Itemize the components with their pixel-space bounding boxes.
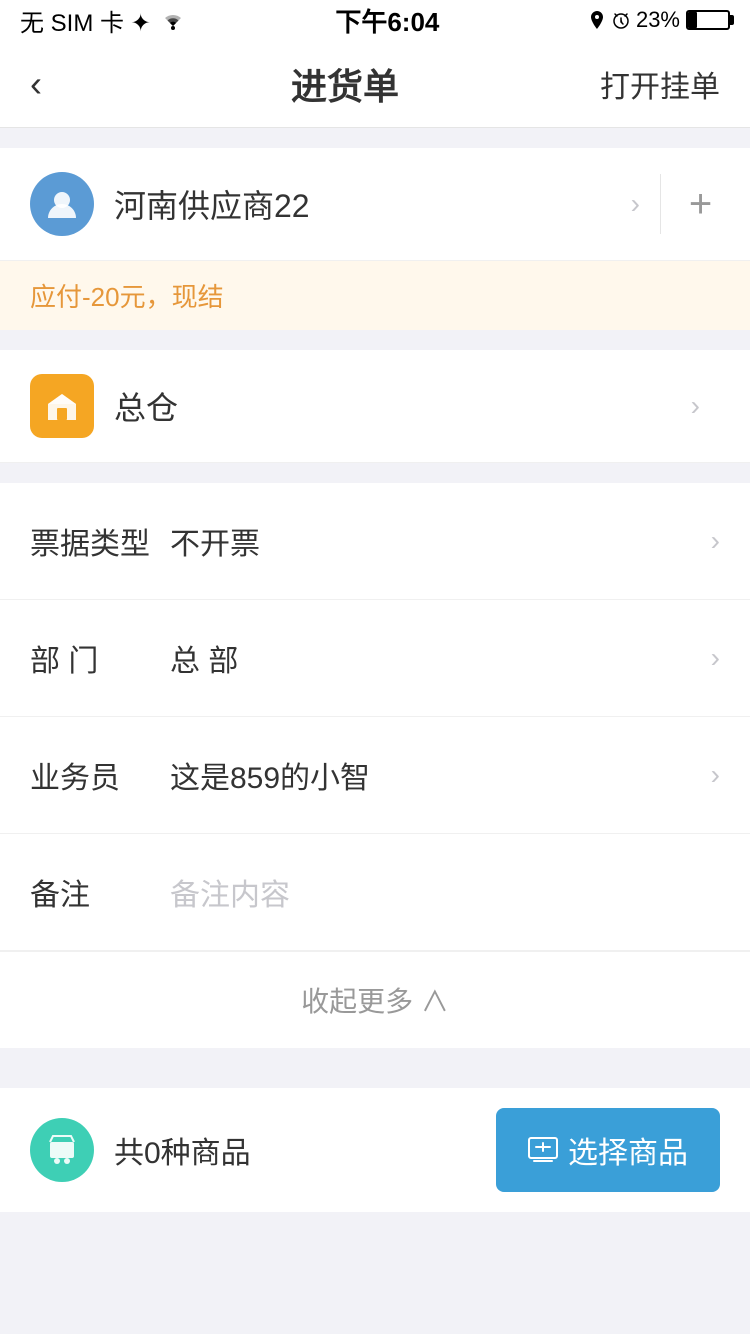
section-gap-3: [0, 463, 750, 483]
page-title: 进货单: [291, 58, 399, 110]
status-left: 无 SIM 卡 ✦: [20, 3, 187, 38]
ticket-type-value: 不开票: [170, 519, 711, 563]
back-button[interactable]: ‹: [30, 63, 90, 105]
department-value: 总 部: [170, 636, 711, 680]
supplier-avatar: [30, 172, 94, 236]
supplier-row[interactable]: 河南供应商22 › +: [0, 148, 750, 261]
open-pending-button[interactable]: 打开挂单: [600, 62, 720, 106]
salesperson-value: 这是859的小智: [170, 753, 711, 797]
supplier-section: 河南供应商22 › + 应付-20元，现结: [0, 148, 750, 330]
nav-bar: ‹ 进货单 打开挂单: [0, 40, 750, 128]
warehouse-icon: [30, 374, 94, 438]
department-label: 部 门: [30, 636, 170, 680]
remark-row[interactable]: 备注 备注内容: [0, 834, 750, 951]
warehouse-name: 总仓: [114, 383, 691, 429]
ticket-type-row[interactable]: 票据类型 不开票 ›: [0, 483, 750, 600]
collapse-label: 收起更多 ∧: [301, 980, 449, 1020]
warehouse-row[interactable]: 总仓 ›: [0, 350, 750, 463]
battery-percent: 23%: [636, 7, 680, 33]
salesperson-chevron-icon: ›: [711, 759, 720, 791]
remark-label: 备注: [30, 870, 170, 914]
select-product-label: 选择商品: [568, 1128, 688, 1172]
cart-icon: [44, 1132, 80, 1168]
form-section: 票据类型 不开票 › 部 门 总 部 › 业务员 这是859的小智 › 备注 备…: [0, 483, 750, 1048]
product-icon: [30, 1118, 94, 1182]
collapse-row[interactable]: 收起更多 ∧: [0, 951, 750, 1048]
supplier-chevron-icon: ›: [631, 188, 640, 220]
remark-input[interactable]: 备注内容: [170, 870, 720, 914]
section-gap-4: [0, 1048, 750, 1068]
product-count: 共0种商品: [114, 1128, 496, 1172]
status-bar: 无 SIM 卡 ✦ 下午6:04 23%: [0, 0, 750, 40]
location-icon: [588, 11, 606, 29]
wifi-icon: [159, 10, 187, 30]
ticket-type-label: 票据类型: [30, 519, 170, 563]
section-gap-2: [0, 330, 750, 350]
alarm-icon: [612, 11, 630, 29]
person-icon: [44, 186, 80, 222]
warehouse-chevron-icon: ›: [691, 390, 700, 422]
status-time: 下午6:04: [335, 2, 439, 39]
supplier-notice: 应付-20元，现结: [0, 261, 750, 330]
section-gap-1: [0, 128, 750, 148]
add-supplier-button[interactable]: +: [660, 174, 720, 234]
salesperson-row[interactable]: 业务员 这是859的小智 ›: [0, 717, 750, 834]
sim-label: 无 SIM 卡 ✦: [20, 3, 151, 38]
house-icon: [44, 388, 80, 424]
department-row[interactable]: 部 门 总 部 ›: [0, 600, 750, 717]
battery-icon: [686, 10, 730, 30]
status-right: 23%: [588, 7, 730, 33]
supplier-name: 河南供应商22: [114, 181, 631, 227]
product-bar: 共0种商品 选择商品: [0, 1088, 750, 1212]
select-product-icon: [528, 1137, 558, 1163]
salesperson-label: 业务员: [30, 753, 170, 797]
ticket-type-chevron-icon: ›: [711, 525, 720, 557]
select-product-button[interactable]: 选择商品: [496, 1108, 720, 1192]
department-chevron-icon: ›: [711, 642, 720, 674]
